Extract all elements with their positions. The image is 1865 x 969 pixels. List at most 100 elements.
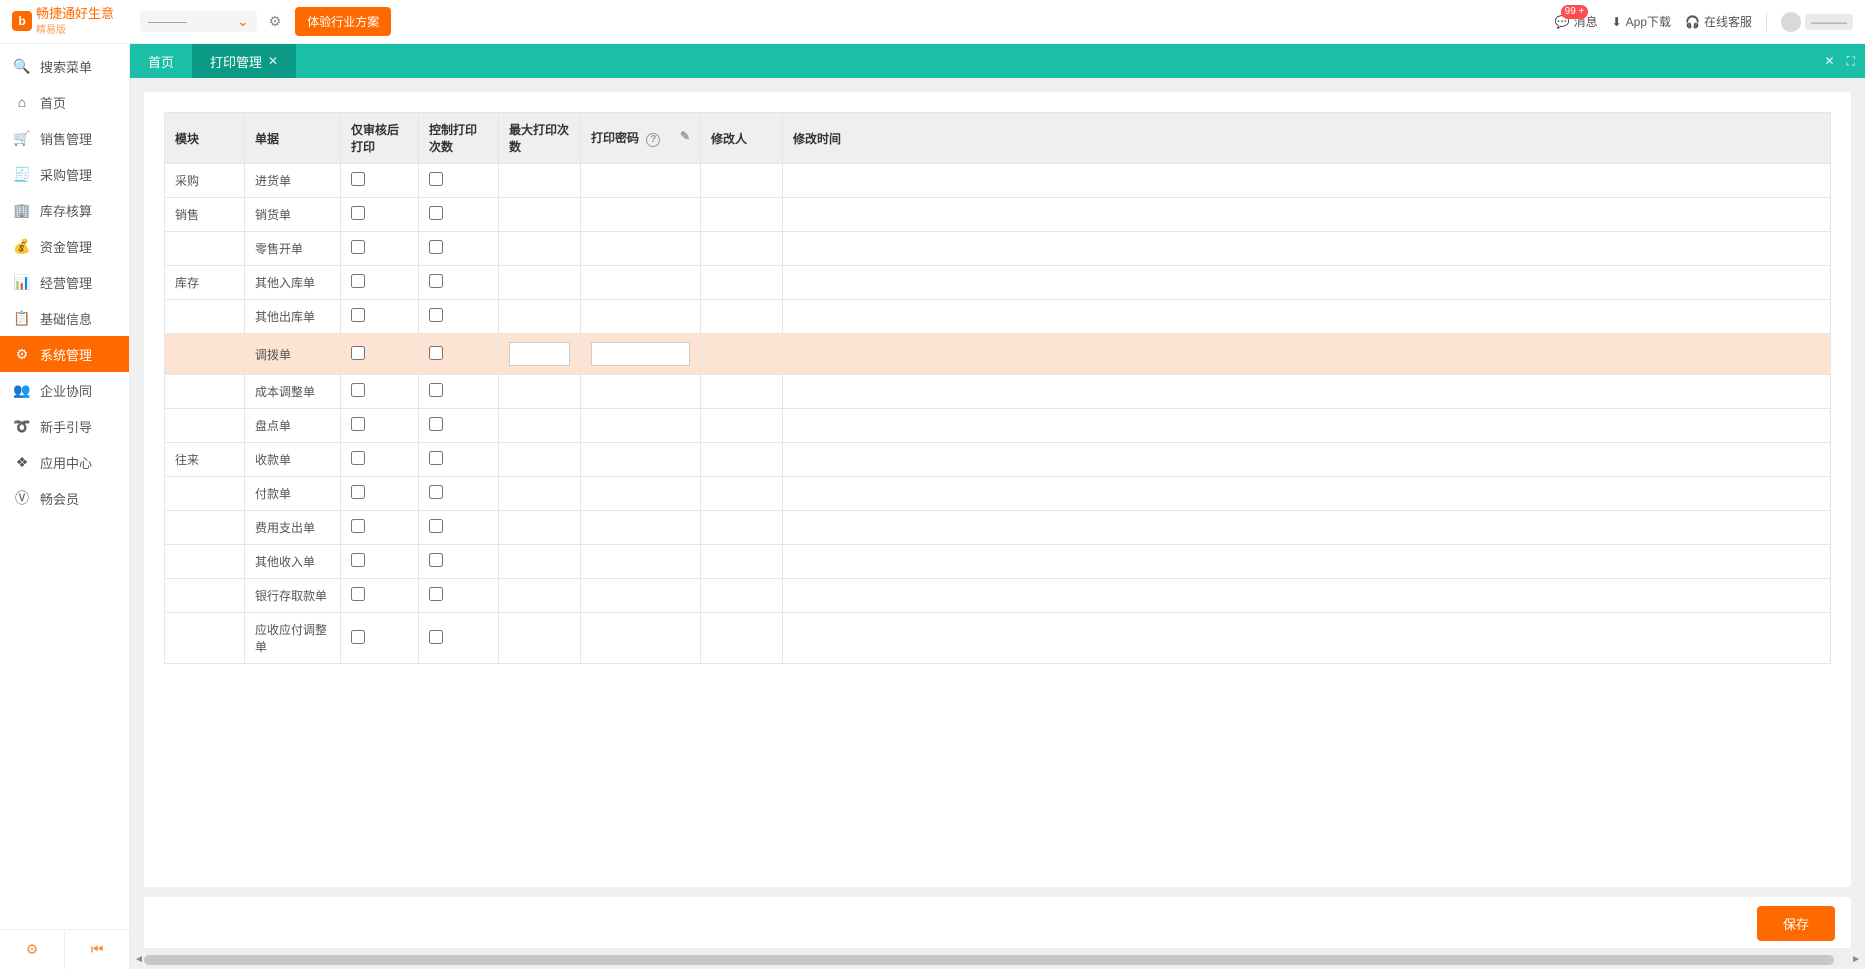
gear-icon[interactable]: ⚙ bbox=[269, 13, 282, 30]
audit-checkbox[interactable] bbox=[351, 274, 365, 288]
cell-doc: 应收应付调整单 bbox=[245, 613, 341, 664]
scroll-left-icon[interactable]: ◄ bbox=[134, 954, 144, 965]
control-checkbox[interactable] bbox=[429, 240, 443, 254]
messages-badge: 99 + bbox=[1561, 5, 1589, 19]
audit-checkbox[interactable] bbox=[351, 206, 365, 220]
audit-checkbox[interactable] bbox=[351, 519, 365, 533]
cell-audit bbox=[341, 164, 419, 198]
control-checkbox[interactable] bbox=[429, 274, 443, 288]
control-checkbox[interactable] bbox=[429, 172, 443, 186]
tab-close-icon[interactable]: ✕ bbox=[268, 54, 278, 68]
scrollbar-thumb[interactable] bbox=[144, 955, 1834, 965]
cell-modifier bbox=[701, 198, 783, 232]
max-print-input[interactable] bbox=[509, 342, 570, 366]
tenant-dropdown[interactable]: ——— ⌄ bbox=[140, 11, 257, 32]
tenant-name: ——— bbox=[148, 14, 187, 29]
control-checkbox[interactable] bbox=[429, 630, 443, 644]
cell-modtime bbox=[783, 477, 1831, 511]
nav-base[interactable]: 📋基础信息 bbox=[0, 300, 129, 336]
help-icon[interactable]: ? bbox=[646, 133, 660, 147]
settings-icon[interactable]: ⚙ bbox=[0, 930, 65, 969]
print-password-input[interactable] bbox=[591, 342, 690, 366]
audit-checkbox[interactable] bbox=[351, 346, 365, 360]
tab-home[interactable]: 首页 bbox=[130, 44, 192, 78]
nav-ops[interactable]: 📊经营管理 bbox=[0, 264, 129, 300]
save-button[interactable]: 保存 bbox=[1757, 906, 1835, 941]
messages-button[interactable]: 💬 99 + 消息 bbox=[1555, 13, 1598, 30]
edit-icon[interactable]: ✎ bbox=[680, 129, 690, 143]
nav-guide[interactable]: ➰新手引导 bbox=[0, 408, 129, 444]
nav-ops-label: 经营管理 bbox=[40, 273, 92, 292]
collapse-icon[interactable]: ⏮ bbox=[65, 930, 129, 969]
control-checkbox[interactable] bbox=[429, 451, 443, 465]
nav-collab[interactable]: 👥企业协同 bbox=[0, 372, 129, 408]
audit-checkbox[interactable] bbox=[351, 240, 365, 254]
cell-control bbox=[419, 334, 499, 375]
cell-modifier bbox=[701, 613, 783, 664]
horizontal-scrollbar[interactable]: ◄ ► bbox=[144, 955, 1851, 965]
audit-checkbox[interactable] bbox=[351, 383, 365, 397]
cell-max bbox=[499, 443, 581, 477]
audit-checkbox[interactable] bbox=[351, 630, 365, 644]
scroll-right-icon[interactable]: ► bbox=[1851, 954, 1861, 965]
user-menu[interactable]: ——— bbox=[1781, 12, 1853, 32]
cell-control bbox=[419, 198, 499, 232]
nav-home[interactable]: ⌂首页 bbox=[0, 84, 129, 120]
th-audit: 仅审核后打印 bbox=[341, 113, 419, 164]
nav-guide-label: 新手引导 bbox=[40, 417, 92, 436]
control-checkbox[interactable] bbox=[429, 346, 443, 360]
audit-checkbox[interactable] bbox=[351, 308, 365, 322]
control-checkbox[interactable] bbox=[429, 383, 443, 397]
nav-finance[interactable]: 💰资金管理 bbox=[0, 228, 129, 264]
control-checkbox[interactable] bbox=[429, 587, 443, 601]
cell-doc: 其他入库单 bbox=[245, 266, 341, 300]
control-checkbox[interactable] bbox=[429, 308, 443, 322]
audit-checkbox[interactable] bbox=[351, 587, 365, 601]
audit-checkbox[interactable] bbox=[351, 172, 365, 186]
headset-icon: 🎧 bbox=[1685, 15, 1700, 29]
audit-checkbox[interactable] bbox=[351, 485, 365, 499]
cell-modifier bbox=[701, 477, 783, 511]
audit-checkbox[interactable] bbox=[351, 417, 365, 431]
close-all-icon[interactable]: ✕ bbox=[1825, 54, 1835, 68]
online-service-button[interactable]: 🎧 在线客服 bbox=[1685, 13, 1752, 30]
nav-apps-icon: ❖ bbox=[14, 454, 30, 471]
table-row: 成本调整单 bbox=[165, 375, 1831, 409]
nav-search[interactable]: 🔍搜索菜单 bbox=[0, 48, 129, 84]
nav-inventory[interactable]: 🏢库存核算 bbox=[0, 192, 129, 228]
tab-bar: 首页 打印管理 ✕ ✕ ⛶ bbox=[130, 44, 1865, 78]
cell-max bbox=[499, 613, 581, 664]
audit-checkbox[interactable] bbox=[351, 553, 365, 567]
nav-home-icon: ⌂ bbox=[14, 94, 30, 110]
control-checkbox[interactable] bbox=[429, 485, 443, 499]
cell-audit bbox=[341, 266, 419, 300]
table-row: 库存其他入库单 bbox=[165, 266, 1831, 300]
cell-modifier bbox=[701, 232, 783, 266]
cell-password bbox=[581, 232, 701, 266]
table-row: 零售开单 bbox=[165, 232, 1831, 266]
cell-modtime bbox=[783, 443, 1831, 477]
nav-purchase[interactable]: 🧾采购管理 bbox=[0, 156, 129, 192]
cell-module bbox=[165, 477, 245, 511]
cell-module bbox=[165, 300, 245, 334]
control-checkbox[interactable] bbox=[429, 519, 443, 533]
control-checkbox[interactable] bbox=[429, 417, 443, 431]
nav-sales[interactable]: 🛒销售管理 bbox=[0, 120, 129, 156]
nav-apps[interactable]: ❖应用中心 bbox=[0, 444, 129, 480]
cell-password bbox=[581, 164, 701, 198]
cell-control bbox=[419, 266, 499, 300]
cell-modifier bbox=[701, 443, 783, 477]
audit-checkbox[interactable] bbox=[351, 451, 365, 465]
divider bbox=[1766, 13, 1767, 31]
tab-print-management[interactable]: 打印管理 ✕ bbox=[192, 44, 296, 78]
table-row: 银行存取款单 bbox=[165, 579, 1831, 613]
app-download-button[interactable]: ⬇ App下载 bbox=[1612, 13, 1671, 30]
control-checkbox[interactable] bbox=[429, 206, 443, 220]
control-checkbox[interactable] bbox=[429, 553, 443, 567]
fullscreen-icon[interactable]: ⛶ bbox=[1847, 54, 1855, 69]
try-plan-button[interactable]: 体验行业方案 bbox=[295, 7, 391, 36]
nav-system[interactable]: ⚙系统管理 bbox=[0, 336, 129, 372]
nav-member[interactable]: Ⓥ畅会员 bbox=[0, 480, 129, 516]
cell-module bbox=[165, 545, 245, 579]
footer-bar: 保存 bbox=[144, 897, 1851, 949]
